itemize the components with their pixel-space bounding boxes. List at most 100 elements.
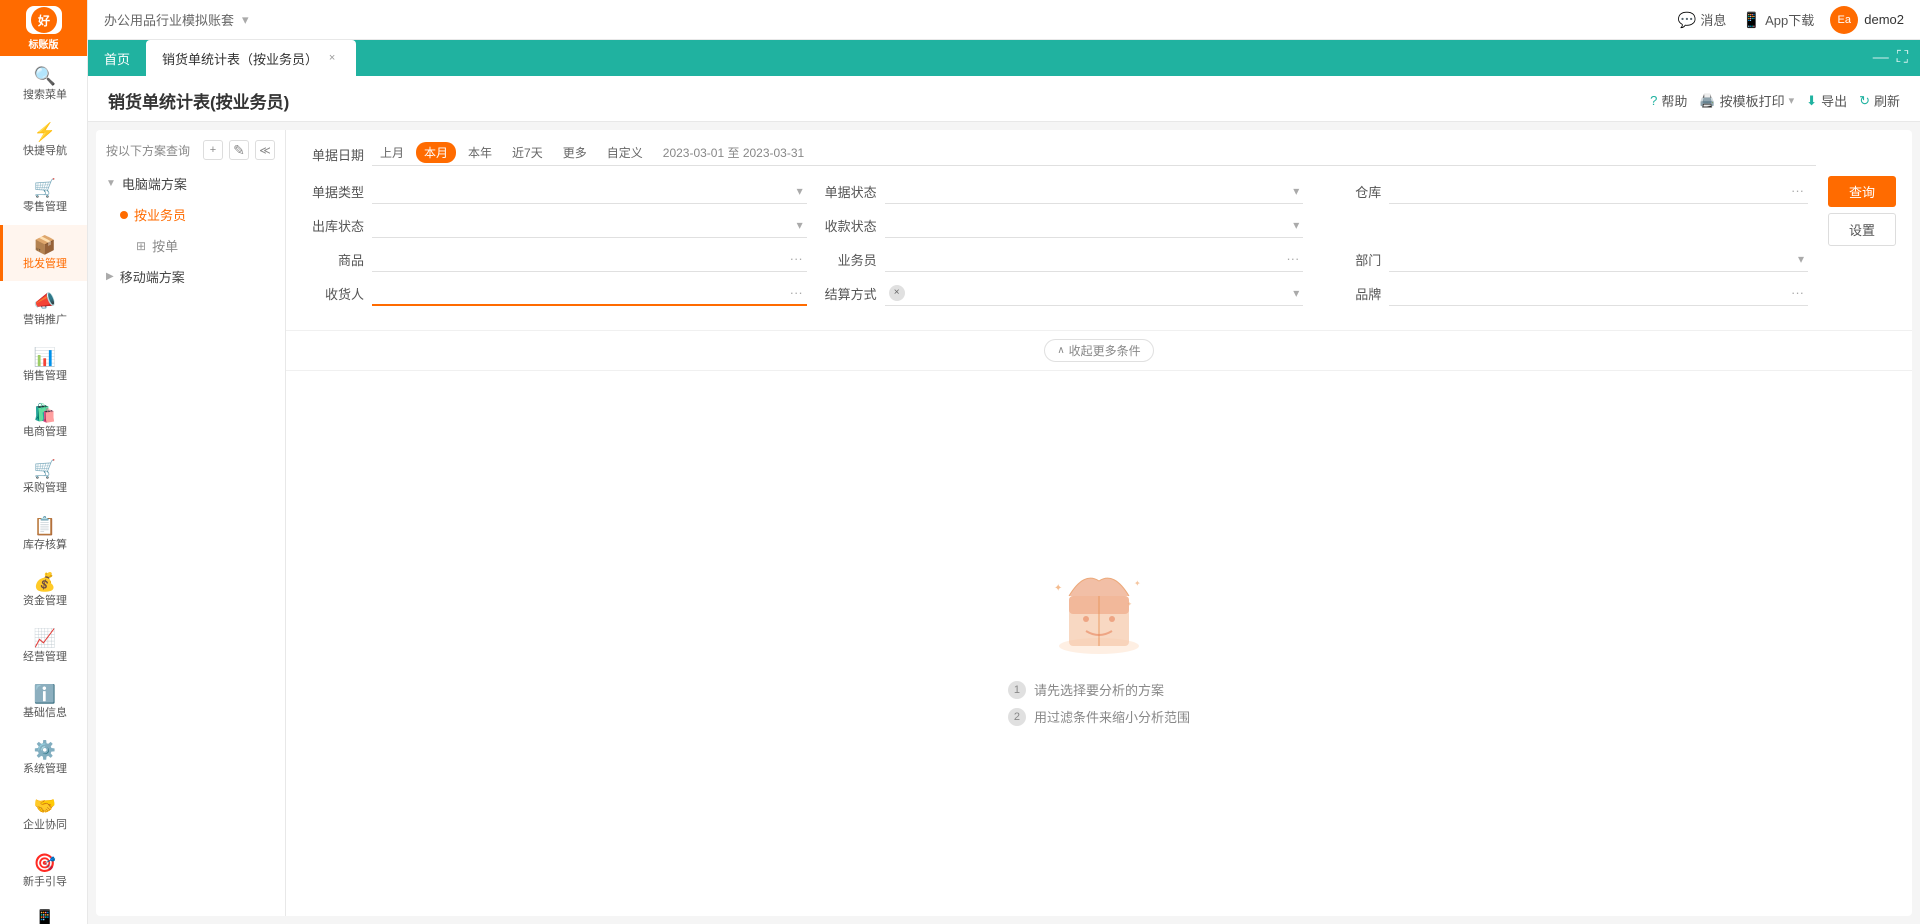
left-panel-header: 按以下方案查询 + ✎ ≪ bbox=[96, 140, 285, 168]
sidebar-item-system[interactable]: ⚙️ 系统管理 bbox=[0, 730, 87, 786]
collapse-panel-btn[interactable]: ≪ bbox=[255, 140, 275, 160]
collect-status-input[interactable]: ▾ bbox=[885, 212, 1304, 238]
right-panel: 单据日期 上月 本月 本年 近7天 更多 自定义 2023-03-01 至 20… bbox=[286, 130, 1912, 916]
date-tab-more[interactable]: 更多 bbox=[555, 142, 595, 163]
date-tab-7days[interactable]: 近7天 bbox=[504, 142, 551, 163]
page-actions: ? 帮助 🖨️ 按模板打印 ▾ ⬇ 导出 ↻ 刷新 bbox=[1650, 91, 1900, 110]
main: 办公用品行业模拟账套 ▾ 💬 消息 📱 App下载 Ea demo2 首页 销货… bbox=[88, 0, 1920, 924]
tab-minimize-icon[interactable]: — bbox=[1873, 49, 1889, 67]
brand-input[interactable]: ··· bbox=[1389, 280, 1808, 306]
app-download-label: App下载 bbox=[1765, 10, 1814, 29]
message-icon: 💬 bbox=[1678, 11, 1697, 29]
tab-maximize-icon[interactable]: ⛶ bbox=[1897, 49, 1908, 67]
sidebar-item-marketing[interactable]: 📣 营销推广 bbox=[0, 281, 87, 337]
settle-clear-btn[interactable]: × bbox=[889, 285, 905, 301]
mobile-scheme-label: 移动端方案 bbox=[120, 267, 185, 286]
settle-input[interactable]: × ▾ bbox=[885, 280, 1304, 306]
tab-sales-stat[interactable]: 销货单统计表（按业务员） × bbox=[146, 40, 356, 76]
receiver-input[interactable]: ··· bbox=[372, 280, 807, 306]
salesperson-dots: ··· bbox=[1286, 251, 1299, 266]
product-dots: ··· bbox=[790, 251, 803, 266]
doc-type-input[interactable]: ▾ bbox=[372, 178, 807, 204]
sidebar-item-basic-info[interactable]: ℹ️ 基础信息 bbox=[0, 674, 87, 730]
sidebar-item-sales[interactable]: 📊 销售管理 bbox=[0, 337, 87, 393]
tree-mobile-scheme[interactable]: ▶ 移动端方案 bbox=[96, 261, 285, 292]
tree-sub-item[interactable]: ⊞ 按单 bbox=[96, 230, 285, 261]
step-2-num: 2 bbox=[1008, 708, 1026, 726]
sidebar-item-new-user[interactable]: 🎯 新手引导 bbox=[0, 843, 87, 899]
edit-icon: ✎ bbox=[233, 142, 245, 159]
help-btn[interactable]: ? 帮助 bbox=[1650, 91, 1687, 110]
refresh-btn[interactable]: ↻ 刷新 bbox=[1859, 91, 1900, 110]
warehouse-input[interactable]: ··· bbox=[1389, 178, 1808, 204]
sidebar-item-collab[interactable]: 🤝 企业协同 bbox=[0, 786, 87, 842]
out-status-chevron: ▾ bbox=[797, 218, 803, 232]
doc-type-chevron: ▾ bbox=[797, 184, 803, 198]
app-download-btn[interactable]: 📱 App下载 bbox=[1742, 10, 1814, 29]
warehouse-label: 仓库 bbox=[1319, 182, 1389, 201]
collapse-conditions-btn[interactable]: ∧ 收起更多条件 bbox=[1044, 339, 1153, 362]
sidebar-item-quick-nav[interactable]: ⚡ 快捷导航 bbox=[0, 112, 87, 168]
doc-type-label: 单据类型 bbox=[302, 182, 372, 201]
sidebar-item-retail[interactable]: 🛒 零售管理 bbox=[0, 168, 87, 224]
content-area: 销货单统计表(按业务员) ? 帮助 🖨️ 按模板打印 ▾ ⬇ 导出 ↻ 刷新 bbox=[88, 76, 1920, 924]
department-input[interactable]: ▾ bbox=[1389, 246, 1808, 272]
date-tab-this-month[interactable]: 本月 bbox=[416, 142, 456, 163]
step-1-label: 请先选择要分析的方案 bbox=[1034, 680, 1164, 699]
message-btn[interactable]: 💬 消息 bbox=[1678, 10, 1727, 29]
date-range: 2023-03-01 至 2023-03-31 bbox=[663, 144, 804, 161]
doc-status-chevron: ▾ bbox=[1293, 184, 1299, 198]
pc-scheme-label: 电脑端方案 bbox=[122, 174, 187, 193]
department-label: 部门 bbox=[1319, 250, 1389, 269]
search-icon: 🔍 bbox=[34, 66, 56, 87]
collect-status-chevron: ▾ bbox=[1293, 218, 1299, 232]
retail-icon: 🛒 bbox=[34, 178, 56, 199]
home-tab-label: 首页 bbox=[104, 49, 130, 68]
sidebar-item-inventory[interactable]: 📋 库存核算 bbox=[0, 506, 87, 562]
print-dropdown-icon[interactable]: ▾ bbox=[1789, 94, 1795, 107]
salesperson-input[interactable]: ··· bbox=[885, 246, 1304, 272]
receiver-dots: ··· bbox=[790, 285, 803, 300]
tab-home[interactable]: 首页 bbox=[88, 40, 146, 76]
doc-status-input[interactable]: ▾ bbox=[885, 178, 1304, 204]
svg-text:好: 好 bbox=[36, 13, 49, 28]
out-status-input[interactable]: ▾ bbox=[372, 212, 807, 238]
sidebar-item-finance[interactable]: 💰 资金管理 bbox=[0, 562, 87, 618]
app-center-icon: 📱 bbox=[34, 909, 56, 924]
filter-section: 单据日期 上月 本月 本年 近7天 更多 自定义 2023-03-01 至 20… bbox=[286, 130, 1912, 331]
print-btn[interactable]: 🖨️ 按模板打印 ▾ bbox=[1699, 91, 1794, 110]
out-status-label: 出库状态 bbox=[302, 216, 372, 235]
product-input[interactable]: ··· bbox=[372, 246, 807, 272]
tab-close-icon[interactable]: × bbox=[324, 50, 340, 66]
user-profile[interactable]: Ea demo2 bbox=[1830, 6, 1904, 34]
sidebar-item-app-center[interactable]: 📱 应用中心 bbox=[0, 899, 87, 924]
operations-icon: 📈 bbox=[34, 628, 56, 649]
setting-btn[interactable]: 设置 bbox=[1828, 213, 1896, 246]
sidebar-item-operations[interactable]: 📈 经营管理 bbox=[0, 618, 87, 674]
sidebar-item-ecommerce[interactable]: 🛍️ 电商管理 bbox=[0, 393, 87, 449]
system-icon: ⚙️ bbox=[34, 740, 56, 761]
topbar: 办公用品行业模拟账套 ▾ 💬 消息 📱 App下载 Ea demo2 bbox=[88, 0, 1920, 40]
sidebar-nav: 🔍 搜索菜单 ⚡ 快捷导航 🛒 零售管理 📦 批发管理 📣 营销推广 📊 销售管… bbox=[0, 56, 87, 924]
sidebar-item-wholesale[interactable]: 📦 批发管理 bbox=[0, 225, 87, 281]
sidebar-item-purchase[interactable]: 🛒 采购管理 bbox=[0, 449, 87, 505]
export-btn[interactable]: ⬇ 导出 bbox=[1806, 91, 1847, 110]
collab-icon: 🤝 bbox=[34, 796, 56, 817]
query-btn[interactable]: 查询 bbox=[1828, 176, 1896, 207]
sidebar-item-search[interactable]: 🔍 搜索菜单 bbox=[0, 56, 87, 112]
empty-step-2: 2 用过滤条件来缩小分析范围 bbox=[1008, 707, 1190, 726]
date-tab-custom[interactable]: 自定义 bbox=[599, 142, 651, 163]
app-name-dropdown-icon[interactable]: ▾ bbox=[242, 12, 249, 28]
salesperson-label: 业务员 bbox=[815, 250, 885, 269]
tree-mobile-arrow-icon: ▶ bbox=[106, 271, 114, 282]
page-title: 销货单统计表(按业务员) bbox=[108, 88, 289, 113]
date-tab-last-month[interactable]: 上月 bbox=[372, 142, 412, 163]
tree-pc-scheme[interactable]: ▼ 电脑端方案 bbox=[96, 168, 285, 199]
add-scheme-btn[interactable]: + bbox=[203, 140, 223, 160]
tabbar-right: — ⛶ bbox=[1873, 49, 1920, 67]
tabbar: 首页 销货单统计表（按业务员） × — ⛶ bbox=[88, 40, 1920, 76]
tree-active-item[interactable]: 按业务员 bbox=[96, 199, 285, 230]
edit-scheme-btn[interactable]: ✎ bbox=[229, 140, 249, 160]
date-tab-this-year[interactable]: 本年 bbox=[460, 142, 500, 163]
app-name: 办公用品行业模拟账套 bbox=[104, 10, 234, 29]
